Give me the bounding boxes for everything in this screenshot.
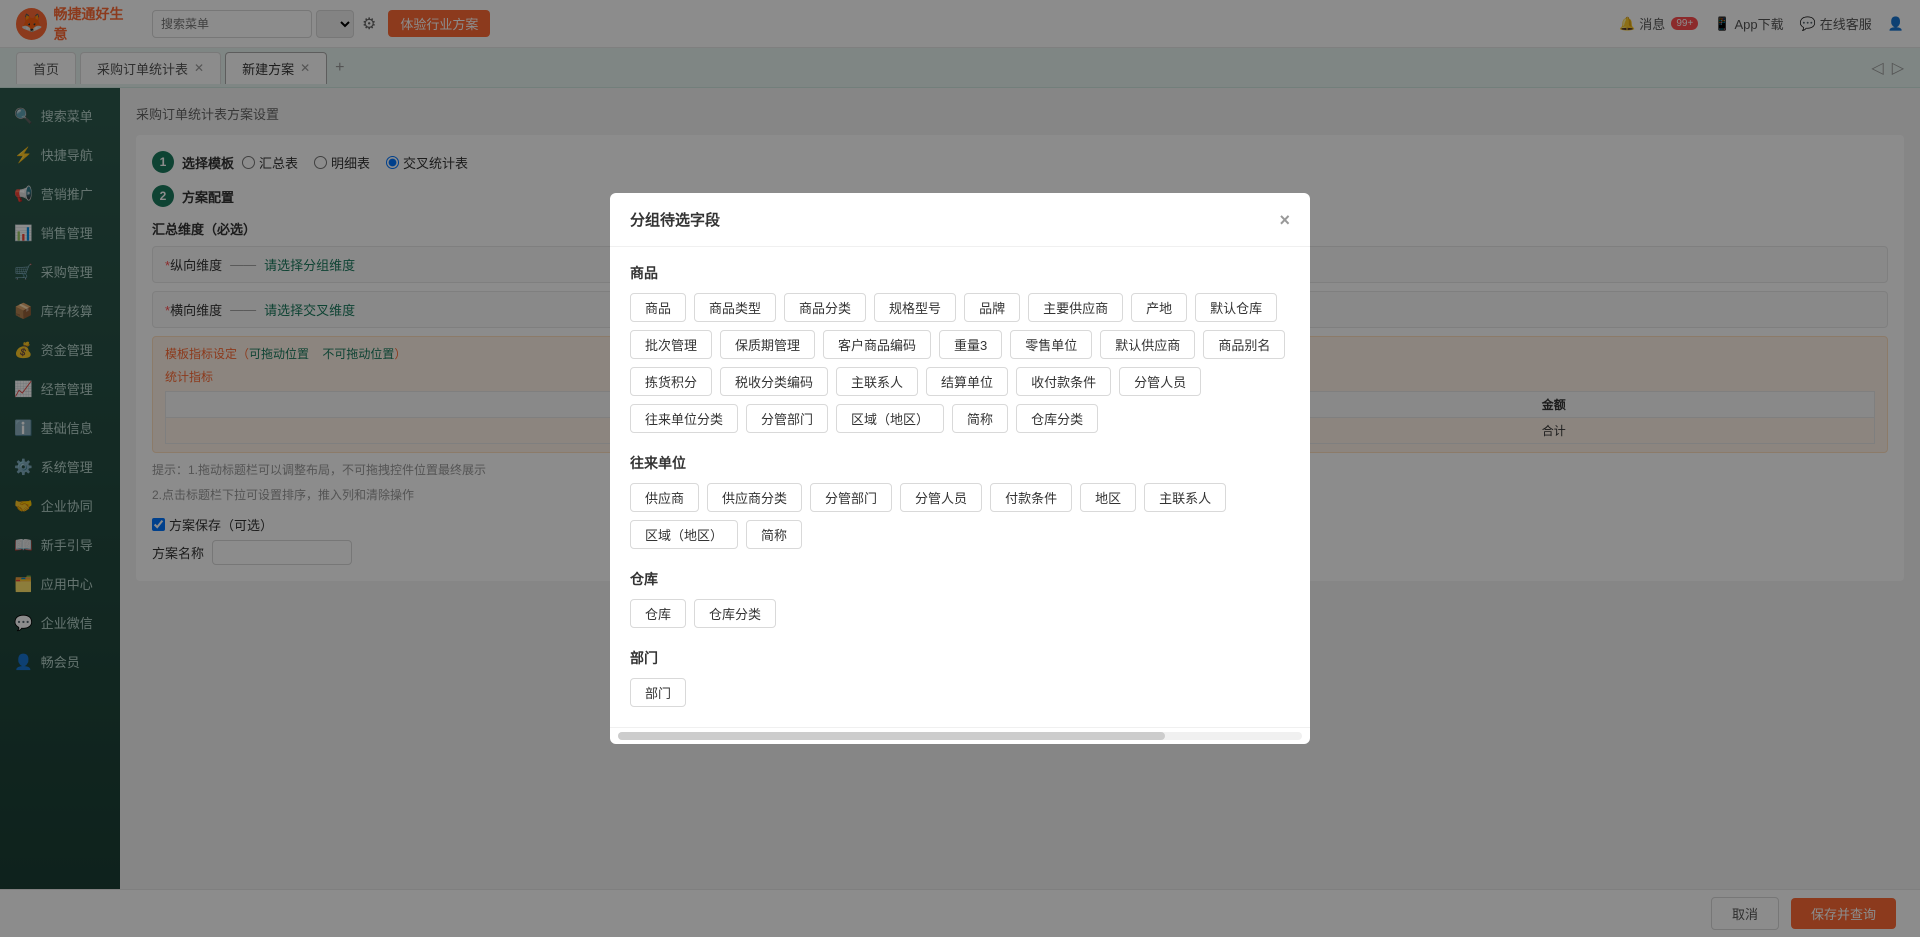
field-tag[interactable]: 分管部门 [810, 483, 892, 512]
section-warehouse: 仓库 仓库 仓库分类 [630, 569, 1290, 628]
partner-fields: 供应商 供应商分类 分管部门 分管人员 付款条件 地区 主联系人 区域（地区） … [630, 483, 1290, 549]
modal-body: 商品 商品 商品类型 商品分类 规格型号 品牌 主要供应商 产地 默认仓库 批次… [610, 247, 1310, 727]
field-tag[interactable]: 仓库分类 [694, 599, 776, 628]
section-partner-title: 往来单位 [630, 453, 1290, 473]
field-tag[interactable]: 分管部门 [746, 404, 828, 433]
field-tag[interactable]: 保质期管理 [720, 330, 815, 359]
field-tag[interactable]: 供应商分类 [707, 483, 802, 512]
department-fields: 部门 [630, 678, 1290, 707]
modal-overlay: 分组待选字段 × 商品 商品 商品类型 商品分类 规格型号 品牌 主要供应商 产… [0, 0, 1920, 937]
modal-scroll-area[interactable]: 商品 商品 商品类型 商品分类 规格型号 品牌 主要供应商 产地 默认仓库 批次… [610, 247, 1310, 727]
field-tag[interactable]: 主要供应商 [1028, 293, 1123, 322]
field-tag[interactable]: 地区 [1080, 483, 1136, 512]
field-tag[interactable]: 分管人员 [900, 483, 982, 512]
modal-hscroll [610, 727, 1310, 744]
field-tag[interactable]: 商品别名 [1203, 330, 1285, 359]
field-tag[interactable]: 付款条件 [990, 483, 1072, 512]
field-tag[interactable]: 仓库 [630, 599, 686, 628]
field-tag[interactable]: 默认供应商 [1100, 330, 1195, 359]
field-tag[interactable]: 仓库分类 [1016, 404, 1098, 433]
field-tag[interactable]: 主联系人 [836, 367, 918, 396]
field-tag[interactable]: 规格型号 [874, 293, 956, 322]
field-tag[interactable]: 批次管理 [630, 330, 712, 359]
field-tag[interactable]: 主联系人 [1144, 483, 1226, 512]
field-tag[interactable]: 重量3 [939, 330, 1002, 359]
field-tag[interactable]: 零售单位 [1010, 330, 1092, 359]
field-tag[interactable]: 商品分类 [784, 293, 866, 322]
field-tag[interactable]: 简称 [952, 404, 1008, 433]
modal-title: 分组待选字段 [630, 209, 720, 230]
field-tag[interactable]: 商品 [630, 293, 686, 322]
field-tag[interactable]: 产地 [1131, 293, 1187, 322]
field-tag[interactable]: 部门 [630, 678, 686, 707]
section-partner: 往来单位 供应商 供应商分类 分管部门 分管人员 付款条件 地区 主联系人 区域… [630, 453, 1290, 549]
field-tag[interactable]: 默认仓库 [1195, 293, 1277, 322]
field-tag[interactable]: 简称 [746, 520, 802, 549]
field-tag[interactable]: 供应商 [630, 483, 699, 512]
modal-header: 分组待选字段 × [610, 193, 1310, 247]
field-tag[interactable]: 分管人员 [1119, 367, 1201, 396]
field-tag[interactable]: 拣货积分 [630, 367, 712, 396]
field-tag[interactable]: 区域（地区） [836, 404, 944, 433]
section-department: 部门 部门 [630, 648, 1290, 707]
field-tag[interactable]: 商品类型 [694, 293, 776, 322]
warehouse-fields: 仓库 仓库分类 [630, 599, 1290, 628]
section-warehouse-title: 仓库 [630, 569, 1290, 589]
product-fields: 商品 商品类型 商品分类 规格型号 品牌 主要供应商 产地 默认仓库 批次管理 … [630, 293, 1290, 433]
modal-dialog: 分组待选字段 × 商品 商品 商品类型 商品分类 规格型号 品牌 主要供应商 产… [610, 193, 1310, 744]
field-tag[interactable]: 品牌 [964, 293, 1020, 322]
hscroll-track[interactable] [618, 732, 1302, 740]
field-tag[interactable]: 收付款条件 [1016, 367, 1111, 396]
section-product: 商品 商品 商品类型 商品分类 规格型号 品牌 主要供应商 产地 默认仓库 批次… [630, 263, 1290, 433]
section-department-title: 部门 [630, 648, 1290, 668]
field-tag[interactable]: 客户商品编码 [823, 330, 931, 359]
section-product-title: 商品 [630, 263, 1290, 283]
field-tag[interactable]: 税收分类编码 [720, 367, 828, 396]
field-tag[interactable]: 结算单位 [926, 367, 1008, 396]
field-tag[interactable]: 往来单位分类 [630, 404, 738, 433]
hscroll-thumb[interactable] [618, 732, 1165, 740]
field-tag[interactable]: 区域（地区） [630, 520, 738, 549]
modal-close-button[interactable]: × [1279, 211, 1290, 229]
